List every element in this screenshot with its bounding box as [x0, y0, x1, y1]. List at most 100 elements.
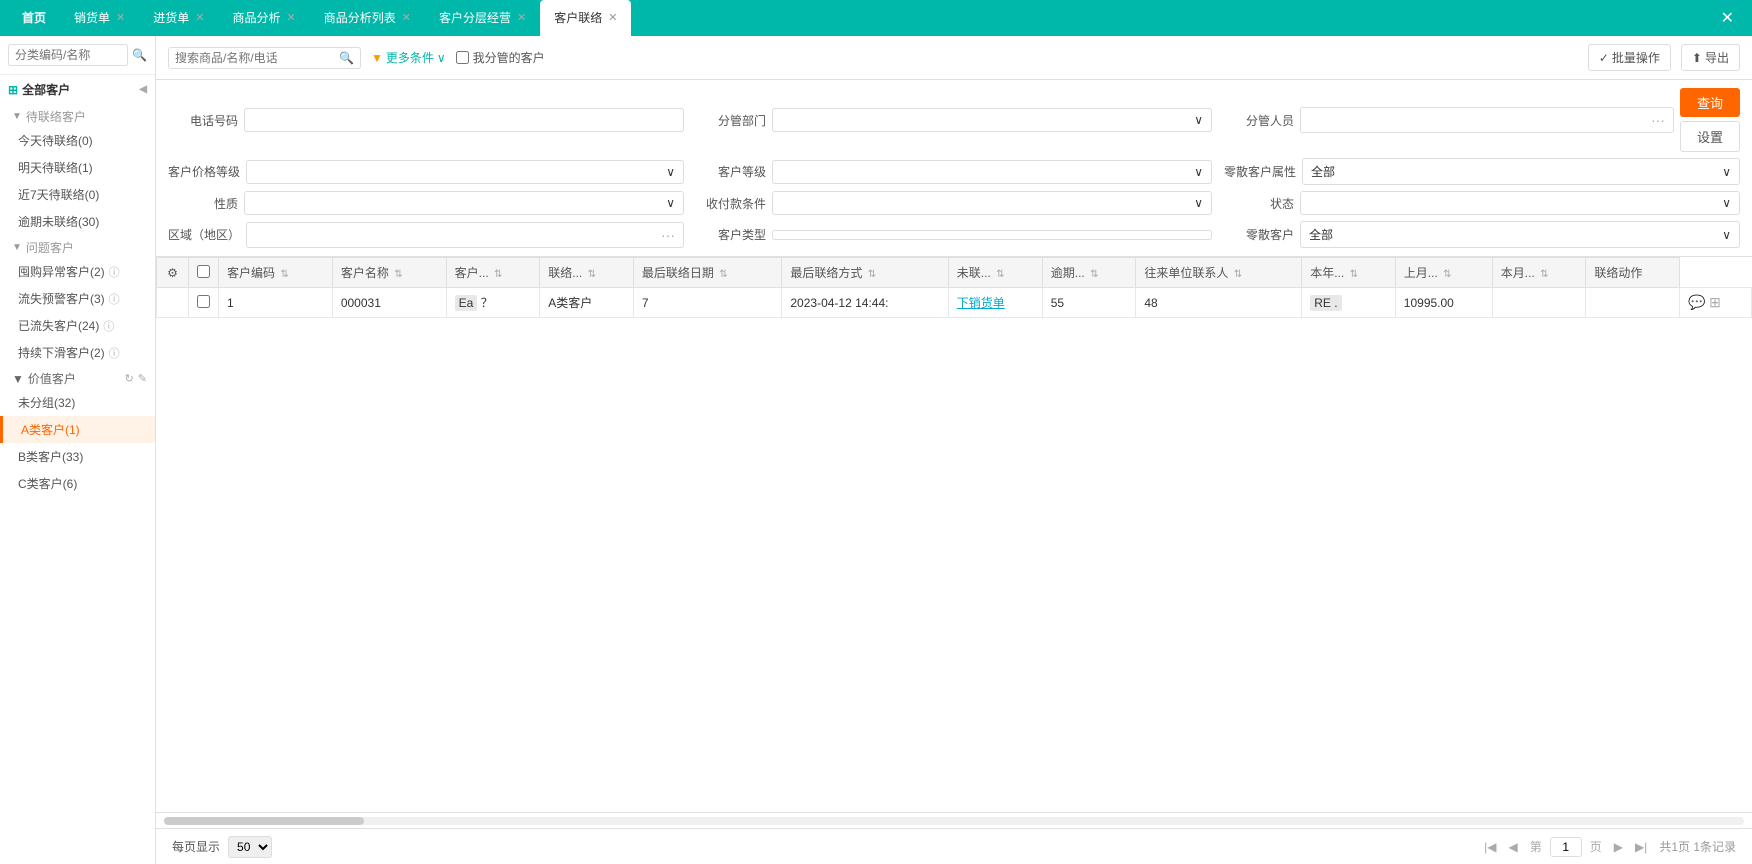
sidebar-search-input[interactable] — [8, 44, 128, 66]
nav-purchase[interactable]: 进货单 ✕ — [139, 0, 218, 36]
product-analysis-label: 商品分析 — [232, 0, 280, 36]
region-input[interactable]: ··· — [246, 222, 684, 248]
manager-dots-icon[interactable]: ··· — [1651, 112, 1665, 128]
first-page-icon[interactable]: |◀ — [1480, 838, 1500, 856]
collapse-icon[interactable]: ◀ — [139, 84, 147, 95]
data-table: ⚙ 客户编码 ⇅ 客户名称 ⇅ — [156, 257, 1752, 318]
horizontal-scrollbar[interactable] — [156, 812, 1752, 828]
sort-overdue-icon[interactable]: ⇅ — [1090, 269, 1098, 280]
phone-input[interactable] — [244, 108, 684, 132]
select-all-checkbox[interactable] — [197, 265, 210, 278]
sidebar-item-losing[interactable]: 流失预警客户(3) ⓘ — [0, 285, 155, 312]
col-last-method-label: 最后联络方式 — [790, 266, 862, 280]
nature-select[interactable]: ∨ — [244, 191, 684, 215]
window-close-icon[interactable]: ✕ — [1711, 10, 1744, 27]
sort-last-method-icon[interactable]: ⇅ — [868, 269, 876, 280]
group-value-label[interactable]: ▼ 价值客户 ↻ ✎ — [0, 366, 155, 389]
sidebar-item-today[interactable]: 今天待联络(0) — [0, 127, 155, 154]
sort-contact-icon[interactable]: ⇅ — [588, 269, 596, 280]
sort-code-icon[interactable]: ⇅ — [280, 269, 288, 280]
export-button[interactable]: ⬆ 导出 — [1681, 44, 1740, 71]
sidebar-item-lost[interactable]: 已流失客户(24) ⓘ — [0, 312, 155, 339]
col-gear: ⚙ — [157, 258, 189, 288]
sort-level-icon[interactable]: ⇅ — [494, 269, 502, 280]
declining-label: 持续下滑客户(2) — [18, 344, 105, 361]
row-checkbox[interactable] — [197, 295, 210, 308]
retail-label: 零散客户 — [1224, 226, 1294, 243]
sidebar-search-icon[interactable]: 🔍 — [132, 48, 147, 62]
per-page-select[interactable]: 50 — [228, 836, 272, 858]
manager-input[interactable]: ··· — [1300, 107, 1674, 133]
close-purchase-icon[interactable]: ✕ — [195, 0, 204, 36]
nav-customer-layer[interactable]: 客户分层经营 ✕ — [425, 0, 540, 36]
price-level-select[interactable]: ∨ — [246, 160, 684, 184]
nav-product-analysis-list[interactable]: 商品分析列表 ✕ — [310, 0, 425, 36]
close-product-analysis-list-icon[interactable]: ✕ — [402, 0, 411, 36]
row-contact: 7 — [642, 296, 649, 310]
batch-operation-button[interactable]: ✓ 批量操作 — [1588, 44, 1671, 71]
nav-product-analysis[interactable]: 商品分析 ✕ — [218, 0, 309, 36]
gear-icon[interactable]: ⚙ — [167, 266, 178, 280]
sidebar-item-tomorrow[interactable]: 明天待联络(1) — [0, 154, 155, 181]
sort-this-month-icon[interactable]: ⇅ — [1540, 269, 1548, 280]
sort-last-date-icon[interactable]: ⇅ — [719, 269, 727, 280]
sidebar-item-b-class[interactable]: B类客户(33) — [0, 443, 155, 470]
last-page-icon[interactable]: ▶| — [1631, 838, 1651, 856]
sort-name-icon[interactable]: ⇅ — [394, 269, 402, 280]
sidebar-item-7days[interactable]: 近7天待联络(0) — [0, 181, 155, 208]
close-customer-layer-icon[interactable]: ✕ — [517, 0, 526, 36]
nav-customer-contact[interactable]: 客户联络 ✕ — [540, 0, 631, 36]
retail-attr-select[interactable]: 全部 ∨ — [1302, 158, 1740, 185]
status-select[interactable]: ∨ — [1300, 191, 1740, 215]
cust-type-input[interactable] — [772, 230, 1212, 240]
retail-select[interactable]: 全部 ∨ — [1300, 221, 1740, 248]
sidebar-item-overdue[interactable]: 逾期未联络(30) — [0, 208, 155, 235]
payment-select[interactable]: ∨ — [772, 191, 1212, 215]
sort-last-month-icon[interactable]: ⇅ — [1443, 269, 1451, 280]
close-sales-icon[interactable]: ✕ — [116, 0, 125, 36]
sort-this-year-icon[interactable]: ⇅ — [1350, 269, 1358, 280]
nav-home[interactable]: 首页 — [8, 0, 60, 36]
row-gear-cell — [157, 288, 189, 318]
dept-select[interactable]: ∨ — [772, 108, 1212, 132]
group-problem-label[interactable]: ▼ 问题客户 — [0, 235, 155, 258]
group-pending-label[interactable]: ▼ 待联络客户 — [0, 104, 155, 127]
filter-search-input[interactable] — [175, 51, 335, 65]
sidebar-item-abnormal[interactable]: 囤购异常客户(2) ⓘ — [0, 258, 155, 285]
sales-label: 销货单 — [74, 0, 110, 36]
filter-row-dept: 分管部门 ∨ — [696, 88, 1212, 152]
row-last-method[interactable]: 下销货单 — [957, 296, 1005, 310]
sidebar-item-a-class[interactable]: A类客户(1) — [0, 416, 155, 443]
col-name-label: 客户名称 — [341, 266, 389, 280]
my-customers-checkbox[interactable] — [456, 51, 469, 64]
filter-search-icon[interactable]: 🔍 — [339, 51, 354, 65]
cust-level-select[interactable]: ∨ — [772, 160, 1212, 184]
page-input[interactable] — [1550, 837, 1582, 857]
row-more-icon[interactable]: ⊞ — [1709, 294, 1721, 310]
row-message-icon[interactable]: 💬 — [1688, 294, 1705, 310]
prev-page-icon[interactable]: ◀ — [1504, 838, 1521, 856]
nav-sales[interactable]: 销货单 ✕ — [60, 0, 139, 36]
next-page-icon[interactable]: ▶ — [1610, 838, 1627, 856]
filter-more-btn[interactable]: ▼ 更多条件 ∨ — [371, 49, 446, 66]
sidebar-item-declining[interactable]: 持续下滑客户(2) ⓘ — [0, 339, 155, 366]
sort-contact-person-icon[interactable]: ⇅ — [1234, 269, 1242, 280]
value-arrow-icon: ▼ — [12, 372, 24, 386]
all-customers-header[interactable]: ⊞ 全部客户 ◀ — [0, 75, 155, 104]
region-dots-icon[interactable]: ··· — [661, 227, 675, 243]
retail-chevron-icon: ∨ — [1722, 228, 1731, 242]
close-customer-contact-icon[interactable]: ✕ — [608, 0, 617, 36]
more-filters-label: 更多条件 — [386, 49, 434, 66]
lost-label: 已流失客户(24) — [18, 317, 99, 334]
edit-icon[interactable]: ✎ — [138, 372, 147, 385]
dept-chevron-icon: ∨ — [1194, 113, 1203, 127]
setting-button[interactable]: 设置 — [1680, 121, 1740, 152]
close-product-analysis-icon[interactable]: ✕ — [287, 0, 296, 36]
retail-attr-chevron-icon: ∨ — [1722, 165, 1731, 179]
sidebar-item-unclassified[interactable]: 未分组(32) — [0, 389, 155, 416]
query-button[interactable]: 查询 — [1680, 88, 1740, 117]
sidebar-item-c-class[interactable]: C类客户(6) — [0, 470, 155, 497]
scroll-thumb[interactable] — [164, 817, 364, 825]
sort-no-contact-icon[interactable]: ⇅ — [996, 269, 1004, 280]
refresh-icon[interactable]: ↻ — [125, 372, 134, 385]
